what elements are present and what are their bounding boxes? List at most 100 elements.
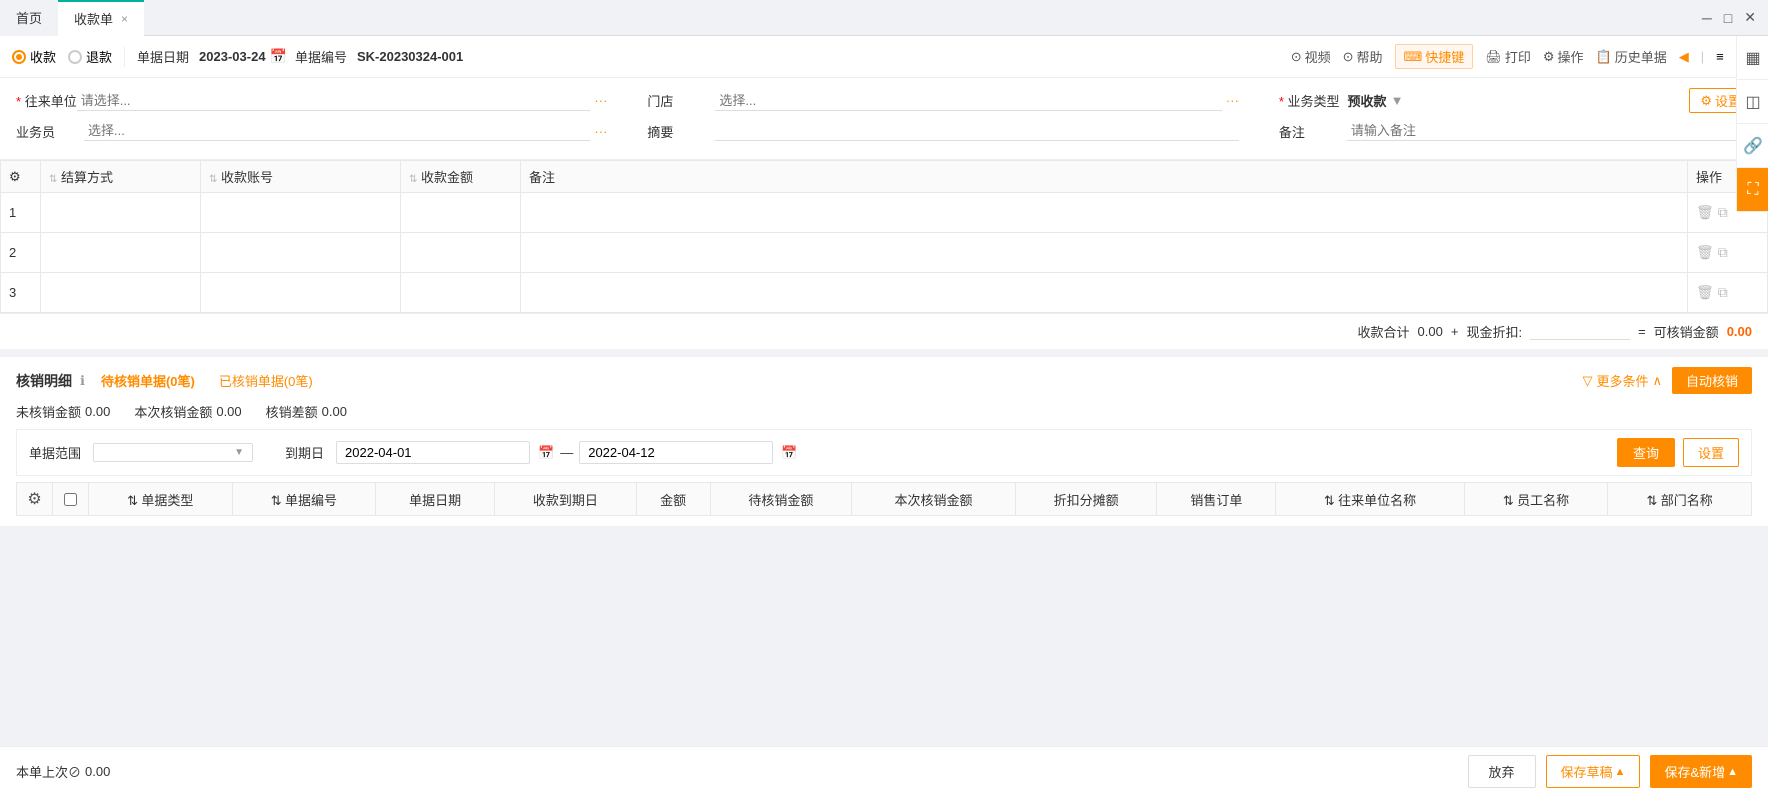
draft-arrow-icon: ▲ (1615, 766, 1626, 778)
btcol-docno-label: 单据编号 (285, 493, 337, 508)
form-section: * 往来单位 ··· 门店 ··· * 业务类型 预收款 ▼ ⚙ 设置 (0, 78, 1768, 160)
stat-unchecked-label: 未核销金额 (16, 402, 81, 421)
row-2-delete-icon[interactable]: 🗑 (1696, 244, 1714, 261)
ops-label: 操作 (1558, 47, 1584, 66)
btcol-dept-label: 部门名称 (1661, 493, 1713, 508)
store-field: 门店 ··· (647, 91, 1238, 111)
row-1-copy-icon[interactable]: ⧉ (1718, 204, 1728, 221)
sidebar-icon-1[interactable]: ▦ (1737, 36, 1768, 80)
shortcut-btn[interactable]: ⌨ 快捷键 (1395, 44, 1474, 69)
settings-gear-icon: ⚙ (1700, 93, 1712, 109)
store-label: 门店 (647, 91, 707, 110)
tab-done[interactable]: 已核销单据(0笔) (211, 369, 321, 392)
calendar-icon[interactable]: 📅 (270, 48, 287, 65)
print-label: 打印 (1505, 47, 1531, 66)
query-btn[interactable]: 查询 (1617, 438, 1675, 467)
remark-input[interactable] (1347, 121, 1752, 141)
save-draft-button[interactable]: 保存草稿 ▲ (1546, 755, 1641, 788)
minimize-icon[interactable]: ─ (1702, 10, 1712, 26)
form-row-2: 业务员 ··· 摘要 备注 (16, 121, 1752, 141)
video-label: 视频 (1305, 47, 1331, 66)
remark-label: 备注 (1279, 122, 1339, 141)
radio-refund-dot (68, 50, 82, 64)
tab-close-icon[interactable]: × (121, 12, 128, 26)
nav-prev-icon[interactable]: ◀ (1679, 49, 1689, 65)
filter-range-select[interactable]: ▼ (93, 443, 253, 462)
tab-receipt[interactable]: 收款单 × (58, 0, 144, 36)
tab-home[interactable]: 首页 (0, 0, 58, 36)
row-1-amount[interactable] (401, 193, 521, 233)
maximize-icon[interactable]: □ (1724, 10, 1732, 26)
row-1-settlement[interactable] (41, 193, 201, 233)
row-2-settlement[interactable] (41, 233, 201, 273)
calendar-from-icon[interactable]: 📅 (538, 445, 554, 461)
tab-home-label: 首页 (16, 8, 42, 27)
discount-input[interactable] (1530, 324, 1630, 340)
staff-input[interactable] (84, 121, 590, 141)
btcol-doctype-label: 单据类型 (141, 493, 193, 508)
sidebar-icon-2[interactable]: ◫ (1737, 80, 1768, 124)
row-2-copy-icon[interactable]: ⧉ (1718, 244, 1728, 261)
col-remark-header: 备注 (521, 161, 1688, 193)
row-3-settlement[interactable] (41, 273, 201, 313)
stat-diff-label: 核销差额 (266, 402, 318, 421)
summary-input[interactable] (715, 121, 1238, 141)
auto-verify-btn[interactable]: 自动核销 (1672, 367, 1752, 394)
counterpart-more-icon[interactable]: ··· (594, 93, 607, 108)
discard-button[interactable]: 放弃 (1468, 755, 1536, 788)
row-3-ops: 🗑 ⧉ (1688, 273, 1768, 313)
store-more-icon[interactable]: ··· (1226, 93, 1239, 108)
help-btn[interactable]: ⊙ 帮助 (1343, 47, 1383, 66)
sidebar-icon-4[interactable]: ⛶ (1737, 168, 1768, 212)
btcol-config[interactable]: ⚙ (17, 483, 53, 516)
ops-btn[interactable]: ⚙ 操作 (1543, 47, 1584, 66)
filter-date-from-input[interactable] (336, 441, 530, 464)
staff-more-icon[interactable]: ··· (594, 124, 607, 139)
row-2-account[interactable] (201, 233, 401, 273)
row-2-amount[interactable] (401, 233, 521, 273)
history-btn[interactable]: 📋 历史单据 (1596, 47, 1667, 66)
summary-row: 收款合计 0.00 + 现金折扣: = 可核销金额 0.00 (0, 313, 1768, 349)
row-3-account[interactable] (201, 273, 401, 313)
list-view-icon[interactable]: ≡ (1716, 49, 1724, 64)
radio-refund[interactable]: 退款 (68, 47, 112, 66)
row-2-remark[interactable] (521, 233, 1688, 273)
btcol-docdate-header: 单据日期 (376, 483, 495, 516)
biz-type-dropdown-icon[interactable]: ▼ (1391, 93, 1404, 108)
row-3-copy-icon[interactable]: ⧉ (1718, 284, 1728, 301)
save-new-label: 保存&新增 (1664, 762, 1725, 781)
col-ops-label: 操作 (1696, 170, 1722, 185)
col-config-header[interactable]: ⚙ (1, 161, 41, 193)
help-label: 帮助 (1357, 47, 1383, 66)
filter-date-to-input[interactable] (579, 441, 773, 464)
verify-section: 核销明细 ℹ 待核销单据(0笔) 已核销单据(0笔) ▽ 更多条件 ∧ 自动核销… (0, 357, 1768, 526)
counterpart-input[interactable] (77, 91, 591, 111)
video-btn[interactable]: ⊙ 视频 (1291, 47, 1331, 66)
col-amount-label: 收款金额 (421, 170, 473, 185)
calendar-to-icon[interactable]: 📅 (781, 445, 797, 461)
filter-settings-btn[interactable]: 设置 (1683, 438, 1739, 467)
sidebar-icon-3[interactable]: 🔗 (1737, 124, 1768, 168)
window-close-icon[interactable]: ✕ (1744, 9, 1756, 26)
row-3-delete-icon[interactable]: 🗑 (1696, 284, 1714, 301)
nav-spacer: | (1701, 49, 1704, 64)
table-section: ⚙ ⇅ 结算方式 ⇅ 收款账号 ⇅ 收款金额 备注 操作 (0, 160, 1768, 313)
row-1-delete-icon[interactable]: 🗑 (1696, 204, 1714, 221)
tab-pending[interactable]: 待核销单据(0笔) (93, 369, 203, 392)
table-config-btn[interactable]: ⚙ (27, 489, 41, 509)
row-3-remark[interactable] (521, 273, 1688, 313)
select-all-checkbox[interactable] (64, 493, 77, 506)
footer: 本单上次⊘ 0.00 放弃 保存草稿 ▲ 保存&新增 ▲ (0, 746, 1768, 796)
print-btn[interactable]: 🖨 打印 (1485, 47, 1531, 66)
row-1-remark[interactable] (521, 193, 1688, 233)
row-3-amount[interactable] (401, 273, 521, 313)
btcol-sales-label: 销售订单 (1190, 493, 1242, 508)
store-input[interactable] (715, 91, 1221, 111)
col-settlement-header: ⇅ 结算方式 (41, 161, 201, 193)
row-1-account[interactable] (201, 193, 401, 233)
radio-receipt[interactable]: 收款 (12, 47, 56, 66)
more-conditions-btn[interactable]: ▽ 更多条件 ∧ (1582, 371, 1662, 390)
filter-icon: ▽ (1582, 373, 1592, 389)
save-new-button[interactable]: 保存&新增 ▲ (1650, 755, 1752, 788)
btcol-staff-header: ⇅ 员工名称 (1464, 483, 1608, 516)
